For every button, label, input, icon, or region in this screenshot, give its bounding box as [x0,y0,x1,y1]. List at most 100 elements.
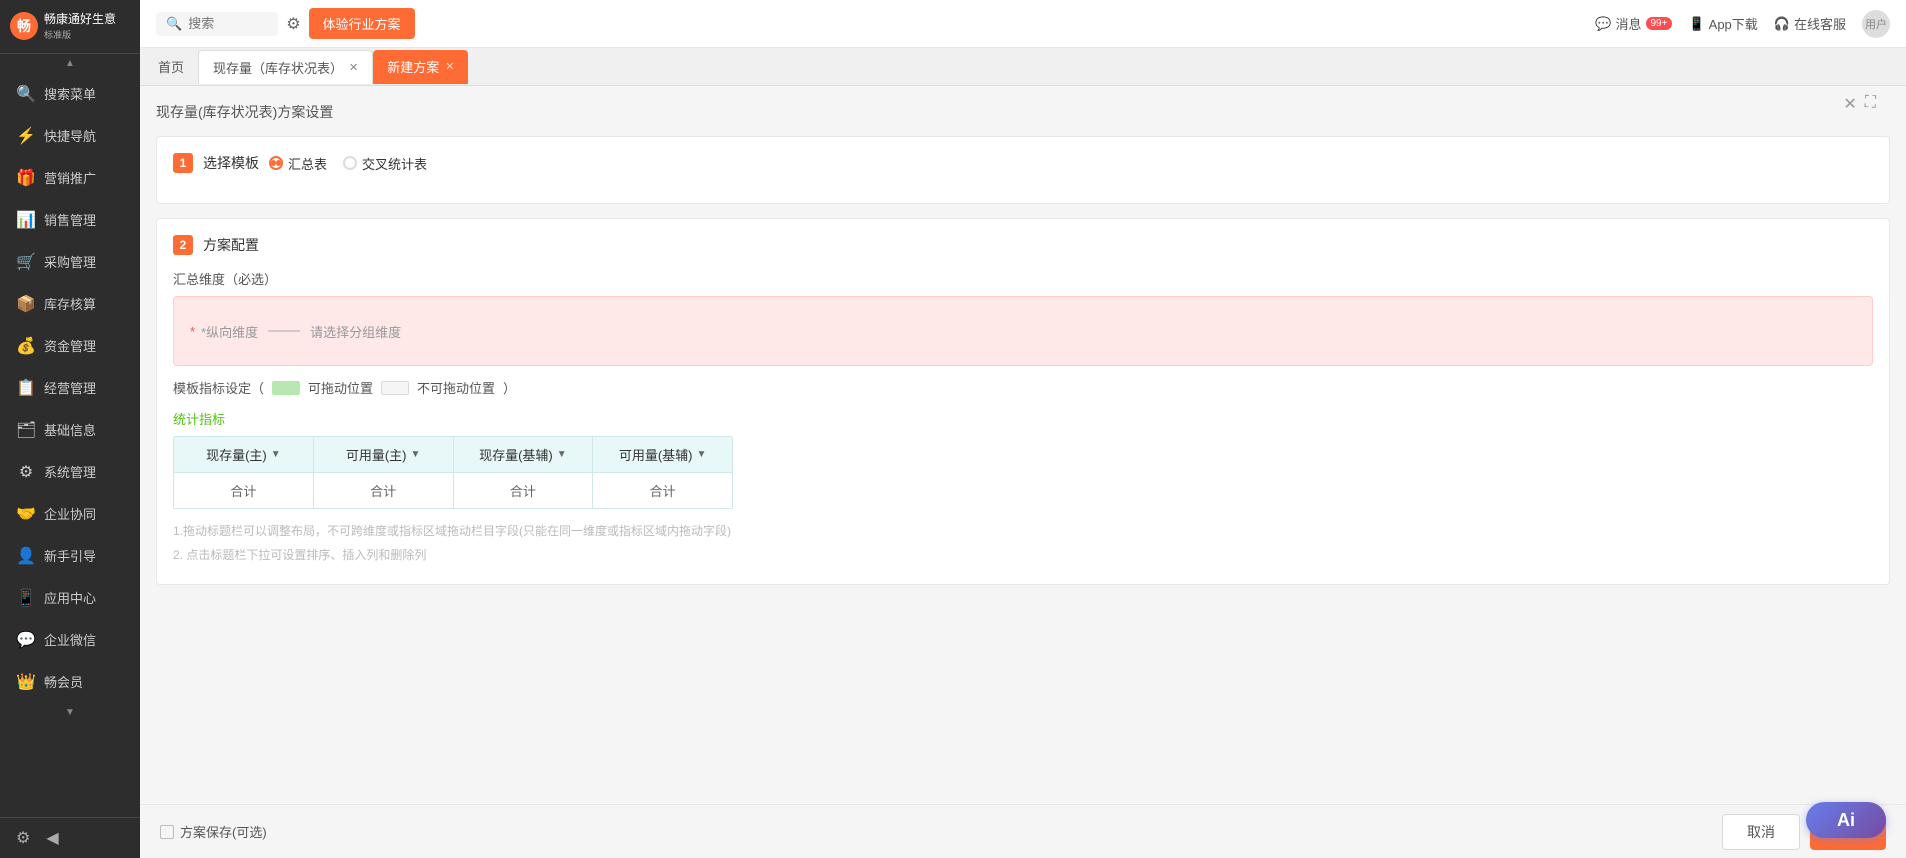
sidebar-item-quick-nav[interactable]: ⚡快捷导航 [0,115,140,157]
basic-icon: 🗂 [16,420,36,440]
message-label: 消息 [1615,14,1641,33]
message-badge: 99+ [1646,17,1673,30]
stats-col-2[interactable]: 可用量(主) ▼ [314,437,454,472]
sidebar-item-business-label: 经营管理 [44,378,96,397]
sidebar-item-corp[interactable]: 🤝企业协同 [0,493,140,535]
sidebar-item-newcomer-label: 新手引导 [44,546,96,565]
stats-col-3[interactable]: 现存量(基辅) ▼ [454,437,594,472]
col-1-dropdown[interactable]: ▼ [271,449,281,460]
tips-section: 1.拖动标题栏可以调整布局，不可跨维度或指标区域拖动栏目字段(只能在同一维度或指… [173,521,1873,566]
draggable-label: 可拖动位置 [308,378,373,397]
section-2-card: 2 方案配置 汇总维度（必选） * *纵向维度 —— 请选择分组维度 模板指标设… [156,218,1890,585]
col-4-dropdown[interactable]: ▼ [697,449,707,460]
save-label: 方案保存(可选) [180,822,267,841]
finance-icon: 💰 [16,336,36,356]
gear-icon[interactable]: ⚙ [286,14,300,34]
radio-summary[interactable]: 汇总表 [269,154,327,173]
sidebar-item-business[interactable]: 📋 经营管理 [0,367,140,409]
tab-new-plan[interactable]: 新建方案 ✕ [373,50,468,84]
tip-1: 1.拖动标题栏可以调整布局，不可跨维度或指标区域拖动栏目字段(只能在同一维度或指… [173,521,1873,543]
sidebar-item-newcomer[interactable]: 👤新手引导 [0,535,140,577]
tab-inventory-close[interactable]: ✕ [349,61,358,74]
dimension-box[interactable]: * *纵向维度 —— 请选择分组维度 [173,296,1873,366]
dimension-required-text: *纵向维度 [201,322,258,341]
message-btn[interactable]: 💬 消息 99+ [1595,14,1672,33]
user-avatar[interactable]: 用户 [1862,10,1890,38]
sidebar-item-quick-nav-label: 快捷导航 [44,126,96,145]
business-icon: 📋 [16,378,36,398]
tab-new-plan-label: 新建方案 [387,57,439,76]
sidebar-item-sales[interactable]: 📊销售管理 [0,199,140,241]
sidebar-item-marketing[interactable]: 🎁营销推广 [0,157,140,199]
apps-icon: 📱 [16,588,36,608]
dimension-label: 汇总维度（必选） [173,269,1873,288]
tab-new-plan-close[interactable]: ✕ [445,60,454,73]
sidebar-item-finance[interactable]: 💰资金管理 [0,325,140,367]
system-icon: ⚙ [16,462,36,482]
dimension-section: 汇总维度（必选） * *纵向维度 —— 请选择分组维度 [173,269,1873,366]
fixed-indicator [381,381,409,395]
cancel-button[interactable]: 取消 [1722,814,1800,850]
online-service-btn[interactable]: 🎧 在线客服 [1774,14,1846,33]
sidebar-item-apps-label: 应用中心 [44,588,96,607]
expand-icon[interactable]: ⛶ [1865,94,1876,114]
stats-label: 统计指标 [173,409,1873,428]
sidebar-scroll-up[interactable]: ▲ [0,54,140,73]
save-option[interactable]: 方案保存(可选) [160,822,267,841]
tab-bar: 首页 现存量（库存状况表） ✕ 新建方案 ✕ [140,48,1906,86]
template-indicator-prefix: 模板指标设定（ [173,378,264,397]
search-input[interactable] [188,16,268,31]
sidebar-item-wechat[interactable]: 💬企业微信 [0,619,140,661]
section-1-header: 1 选择模板 汇总表 交叉统计表 [173,153,1873,173]
sidebar-item-apps[interactable]: 📱 应用中心 [0,577,140,619]
sidebar-item-member-label: 畅会员 [44,672,83,691]
save-checkbox[interactable] [160,825,174,839]
sidebar-item-system[interactable]: ⚙系统管理 [0,451,140,493]
service-icon: 🎧 [1774,16,1790,32]
stats-col-4[interactable]: 可用量(基辅) ▼ [593,437,732,472]
stats-col-1-label: 现存量(主) [206,445,267,464]
sidebar-item-member[interactable]: 👑畅会员 [0,661,140,703]
sidebar-item-inventory[interactable]: 📦库存核算 [0,283,140,325]
sales-icon: 📊 [16,210,36,230]
sidebar-logo: 畅 畅康通好生意 标准版 [0,0,140,54]
sidebar-item-search[interactable]: 🔍搜索菜单 [0,73,140,115]
tab-home-label: 首页 [158,57,184,76]
logo-icon: 畅 [10,12,38,40]
settings-icon[interactable]: ⚙ [16,828,30,848]
dimension-arrow: —— [268,322,300,340]
template-radio-group: 汇总表 交叉统计表 [269,154,427,173]
dimension-required-mark: * [190,324,195,339]
ai-label: Ai [1837,810,1855,831]
radio-summary-label: 汇总表 [288,154,327,173]
col-3-dropdown[interactable]: ▼ [557,449,567,460]
dimension-placeholder-text: 请选择分组维度 [310,322,401,341]
app-download-label: App下载 [1709,14,1758,33]
ai-button[interactable]: Ai [1806,802,1886,838]
sidebar-scroll-down[interactable]: ▼ [0,703,140,722]
collapse-icon[interactable]: ◀ [46,828,58,848]
sidebar-item-basic[interactable]: 🗂基础信息 [0,409,140,451]
template-indicator: 模板指标设定（ 可拖动位置 不可拖动位置 ） [173,378,1873,397]
page-title: 现存量(库存状况表)方案设置 [156,102,1890,122]
stats-body-1: 合计 [174,473,314,508]
template-indicator-suffix: ） [503,378,516,397]
radio-cross[interactable]: 交叉统计表 [343,154,427,173]
section-1-card: 1 选择模板 汇总表 交叉统计表 [156,136,1890,204]
main-area: 🔍 ⚙ 体验行业方案 💬 消息 99+ 📱 App下载 🎧 在线客服 用户 [140,0,1906,858]
content-controls: ✕ ⛶ [1843,94,1876,114]
search-bar[interactable]: 🔍 [156,12,278,36]
close-panel-icon[interactable]: ✕ [1843,94,1856,114]
app-download-btn[interactable]: 📱 App下载 [1688,14,1757,33]
purchase-icon: 🛒 [16,252,36,272]
draggable-indicator [272,381,300,395]
tab-inventory[interactable]: 现存量（库存状况表） ✕ [198,50,373,84]
download-icon: 📱 [1688,16,1704,32]
stats-col-1[interactable]: 现存量(主) ▼ [174,437,314,472]
col-2-dropdown[interactable]: ▼ [411,449,421,460]
trial-button[interactable]: 体验行业方案 [309,8,415,39]
stats-table-body: 合计 合计 合计 合计 [174,472,732,508]
header-left: 🔍 ⚙ 体验行业方案 [156,8,415,39]
sidebar-item-purchase[interactable]: 🛒采购管理 [0,241,140,283]
tab-home[interactable]: 首页 [144,50,198,84]
